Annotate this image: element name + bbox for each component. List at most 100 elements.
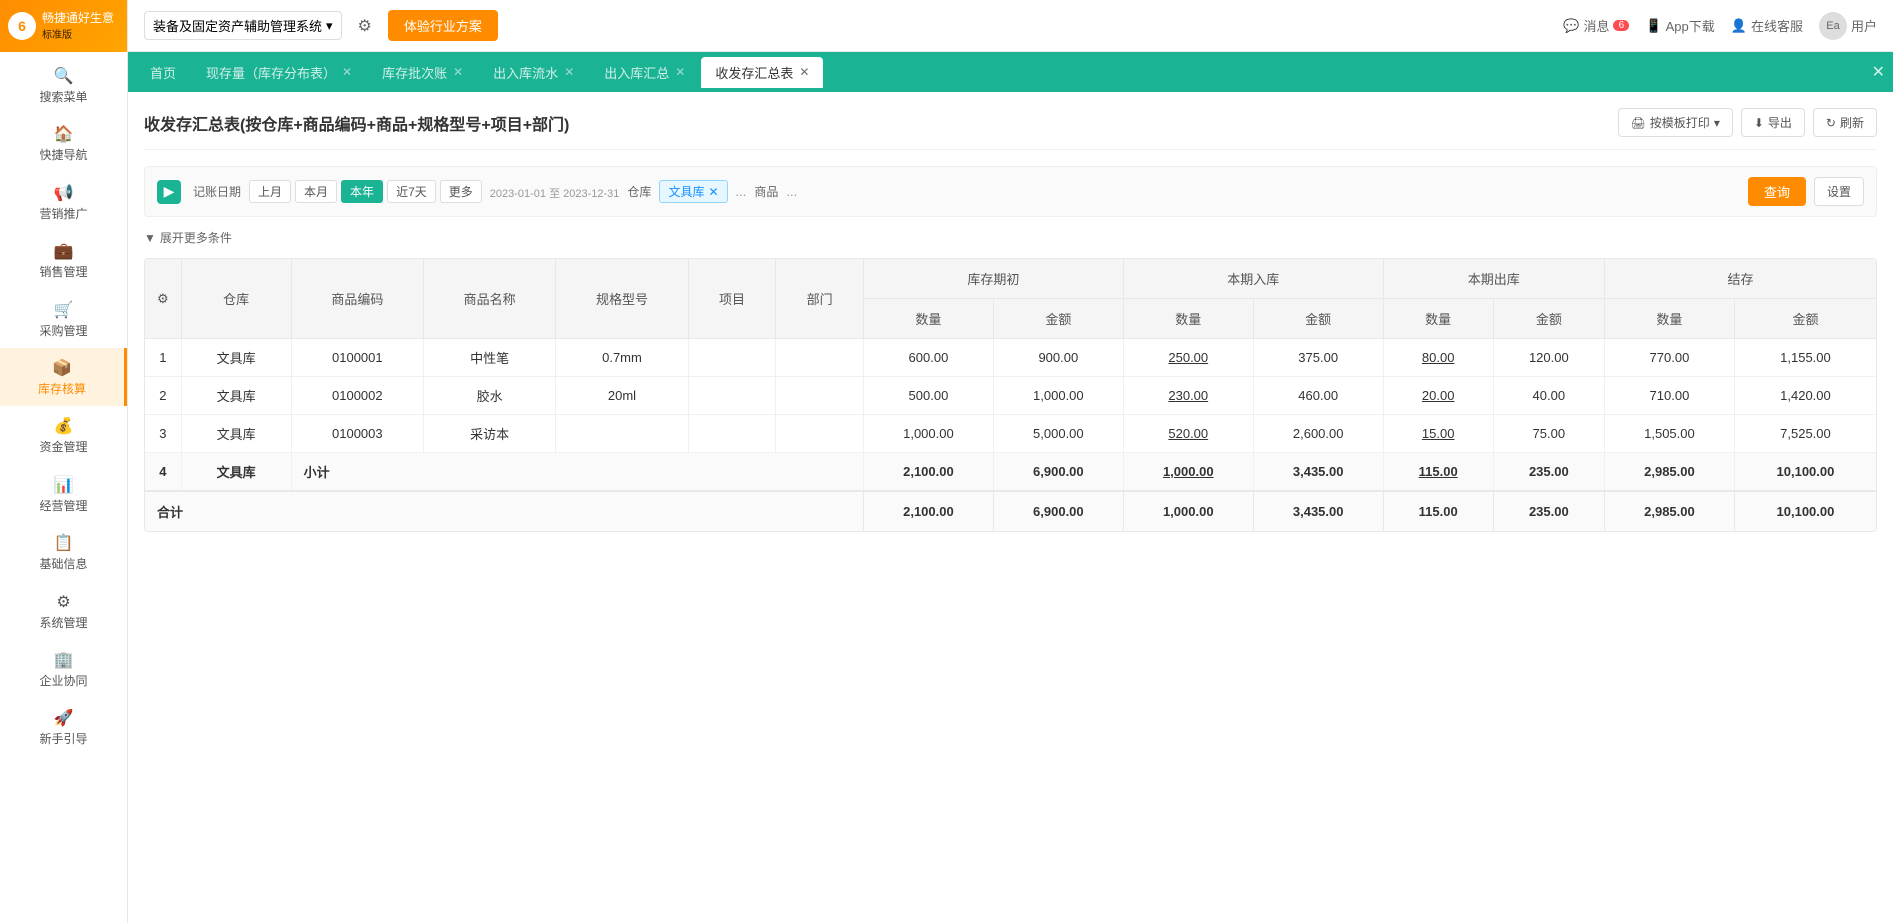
row-project bbox=[688, 415, 776, 453]
tab-inventory-dist[interactable]: 现存量（库存分布表） ✕ bbox=[192, 57, 366, 88]
subtotal-row: 4 文具库 小计 2,100.00 6,900.00 1,000.00 3,43… bbox=[145, 453, 1876, 492]
sidebar-icon-purchase: 🛒 bbox=[54, 300, 74, 320]
sidebar-item-system[interactable]: ⚙系统管理 bbox=[0, 582, 127, 640]
messages-label: 消息 bbox=[1583, 16, 1609, 35]
sidebar-label-finance: 资金管理 bbox=[39, 440, 87, 454]
goods-more[interactable]: ... bbox=[786, 184, 797, 199]
footer-in-amt: 3,435.00 bbox=[1253, 491, 1383, 531]
row-close-qty: 710.00 bbox=[1604, 377, 1734, 415]
user-item[interactable]: Ea 用户 bbox=[1819, 12, 1877, 40]
row-warehouse: 文具库 bbox=[181, 377, 291, 415]
filter-setting-btn[interactable]: 设置 bbox=[1814, 177, 1864, 206]
date-btn-this-month[interactable]: 本月 bbox=[295, 180, 337, 203]
system-title-select[interactable]: 装备及固定资产辅助管理系统 ▾ bbox=[144, 11, 342, 40]
phone-icon: 📱 bbox=[1645, 18, 1661, 34]
tab-recv-send-summary[interactable]: 收发存汇总表✕ bbox=[701, 57, 823, 88]
data-table: ⚙ 仓库 商品编码 商品名称 规格型号 项目 部门 库存期初 本期入库 本期出库… bbox=[145, 259, 1876, 531]
warehouse-more[interactable]: ... bbox=[736, 184, 747, 199]
date-btn-more[interactable]: 更多 bbox=[440, 180, 482, 203]
sidebar-label-purchase: 采购管理 bbox=[39, 324, 87, 338]
user-label: 用户 bbox=[1851, 16, 1877, 35]
sidebar-label-guide: 新手引导 bbox=[39, 732, 87, 746]
sidebar-label-system: 系统管理 bbox=[39, 616, 87, 630]
row-out-qty[interactable]: 20.00 bbox=[1383, 377, 1493, 415]
warehouse-tag-close[interactable]: ✕ bbox=[708, 185, 718, 199]
print-btn[interactable]: 🖨 按模板打印 ▾ bbox=[1618, 108, 1733, 137]
sidebar-item-quick-nav[interactable]: 🏠快捷导航 bbox=[0, 114, 127, 172]
refresh-btn[interactable]: ↻ 刷新 bbox=[1813, 108, 1877, 137]
row-no: 1 bbox=[145, 339, 181, 377]
tab-inout-summary[interactable]: 出入库汇总 ✕ bbox=[590, 57, 699, 88]
th-closing-amt: 金额 bbox=[1734, 299, 1876, 339]
date-btn-prev-month[interactable]: 上月 bbox=[249, 180, 291, 203]
sidebar-item-finance[interactable]: 💰资金管理 bbox=[0, 406, 127, 464]
filter-collapse-btn[interactable]: ▶ bbox=[157, 180, 181, 204]
sidebar-icon-guide: 🚀 bbox=[54, 708, 74, 728]
sidebar-label-base-info: 基础信息 bbox=[39, 557, 87, 571]
tabbar-close-icon[interactable]: ✕ bbox=[1872, 62, 1885, 82]
topbar-gear-icon[interactable]: ⚙ bbox=[354, 12, 376, 40]
tab-close-recv-send-summary[interactable]: ✕ bbox=[799, 65, 809, 79]
th-closing-qty: 数量 bbox=[1604, 299, 1734, 339]
date-btn-this-year[interactable]: 本年 bbox=[341, 180, 383, 203]
tab-batch-ledger[interactable]: 库存批次账✕ bbox=[368, 57, 477, 88]
sidebar-item-base-info[interactable]: 📋基础信息 bbox=[0, 523, 127, 581]
subtotal-open-qty: 2,100.00 bbox=[863, 453, 993, 492]
warehouse-filter-tag: 文具库 ✕ bbox=[659, 180, 727, 203]
page-inner: 收发存汇总表(按仓库+商品编码+商品+规格型号+项目+部门) 🖨 按模板打印 ▾… bbox=[128, 92, 1893, 923]
tab-label-home: 首页 bbox=[150, 63, 176, 82]
sidebar-item-search[interactable]: 🔍搜索菜单 bbox=[0, 56, 127, 114]
date-btn-7days[interactable]: 近7天 bbox=[387, 180, 436, 203]
sidebar-item-marketing[interactable]: 📢营销推广 bbox=[0, 173, 127, 231]
row-in-amt: 2,600.00 bbox=[1253, 415, 1383, 453]
expand-more-btn[interactable]: ▼ 展开更多条件 bbox=[144, 229, 1877, 246]
tab-home[interactable]: 首页 bbox=[136, 57, 190, 88]
app-download-label: App下载 bbox=[1666, 16, 1715, 35]
row-goods-spec bbox=[556, 415, 688, 453]
row-close-qty: 1,505.00 bbox=[1604, 415, 1734, 453]
tab-close-batch-ledger[interactable]: ✕ bbox=[453, 65, 463, 79]
tab-close-inventory-dist[interactable]: ✕ bbox=[342, 65, 352, 79]
print-btn-label: 按模板打印 bbox=[1650, 114, 1710, 131]
online-service-item[interactable]: 👤 在线客服 bbox=[1731, 16, 1803, 35]
sidebar-item-purchase[interactable]: 🛒 采购管理 bbox=[0, 290, 127, 348]
tab-label-inout-flow: 出入库流水 bbox=[493, 63, 558, 82]
sidebar-item-enterprise[interactable]: 🏢企业协同 bbox=[0, 640, 127, 698]
page-title-text: 收发存汇总表(按仓库+商品编码+商品+规格型号+项目+部门) bbox=[144, 111, 569, 135]
tab-inout-flow[interactable]: 出入库流水 ✕ bbox=[479, 57, 588, 88]
subtotal-in-amt: 3,435.00 bbox=[1253, 453, 1383, 492]
sidebar-item-guide[interactable]: 🚀 新手引导 bbox=[0, 698, 127, 756]
table-row: 3 文具库 0100003 采访本 1,000.00 5,000.00 520.… bbox=[145, 415, 1876, 453]
row-in-qty[interactable]: 230.00 bbox=[1123, 377, 1253, 415]
row-goods-name: 胶水 bbox=[423, 377, 555, 415]
row-out-qty[interactable]: 15.00 bbox=[1383, 415, 1493, 453]
tab-close-inout-flow[interactable]: ✕ bbox=[564, 65, 574, 79]
tab-close-inout-summary[interactable]: ✕ bbox=[675, 65, 685, 79]
topbar: 装备及固定资产辅助管理系统 ▾ ⚙ 体验行业方案 💬 消息 6 📱 App下载 … bbox=[128, 0, 1893, 52]
sidebar-item-operations[interactable]: 📊经营管理 bbox=[0, 465, 127, 523]
tab-label-inout-summary: 出入库汇总 bbox=[604, 63, 669, 82]
tab-label-inventory-dist: 现存量（库存分布表） bbox=[206, 63, 336, 82]
sidebar-item-inventory[interactable]: 📦库存核算 bbox=[0, 348, 127, 406]
app-download-item[interactable]: 📱 App下载 bbox=[1645, 16, 1714, 35]
footer-open-amt: 6,900.00 bbox=[993, 491, 1123, 531]
message-icon: 💬 bbox=[1563, 18, 1579, 34]
row-in-qty[interactable]: 520.00 bbox=[1123, 415, 1253, 453]
export-btn[interactable]: ⬇ 导出 bbox=[1741, 108, 1805, 137]
query-btn[interactable]: 查询 bbox=[1748, 177, 1806, 206]
row-open-qty: 1,000.00 bbox=[863, 415, 993, 453]
row-no: 3 bbox=[145, 415, 181, 453]
filter-bar: ▶ 记账日期 上月 本月 本年 近7天 更多 2023-01-01 至 2023… bbox=[144, 166, 1877, 217]
logo-icon: 6 bbox=[8, 12, 36, 40]
messages-item[interactable]: 💬 消息 6 bbox=[1563, 16, 1629, 35]
subtotal-warehouse: 文具库 bbox=[181, 453, 291, 492]
sidebar-item-sales[interactable]: 💼销售管理 bbox=[0, 231, 127, 289]
trial-btn[interactable]: 体验行业方案 bbox=[388, 10, 498, 41]
dropdown-icon: ▾ bbox=[326, 18, 333, 34]
sidebar-icon-search: 🔍 bbox=[54, 66, 74, 86]
row-in-qty[interactable]: 250.00 bbox=[1123, 339, 1253, 377]
row-department bbox=[776, 339, 864, 377]
subtotal-label: 小计 bbox=[291, 453, 863, 492]
row-out-qty[interactable]: 80.00 bbox=[1383, 339, 1493, 377]
row-no: 2 bbox=[145, 377, 181, 415]
